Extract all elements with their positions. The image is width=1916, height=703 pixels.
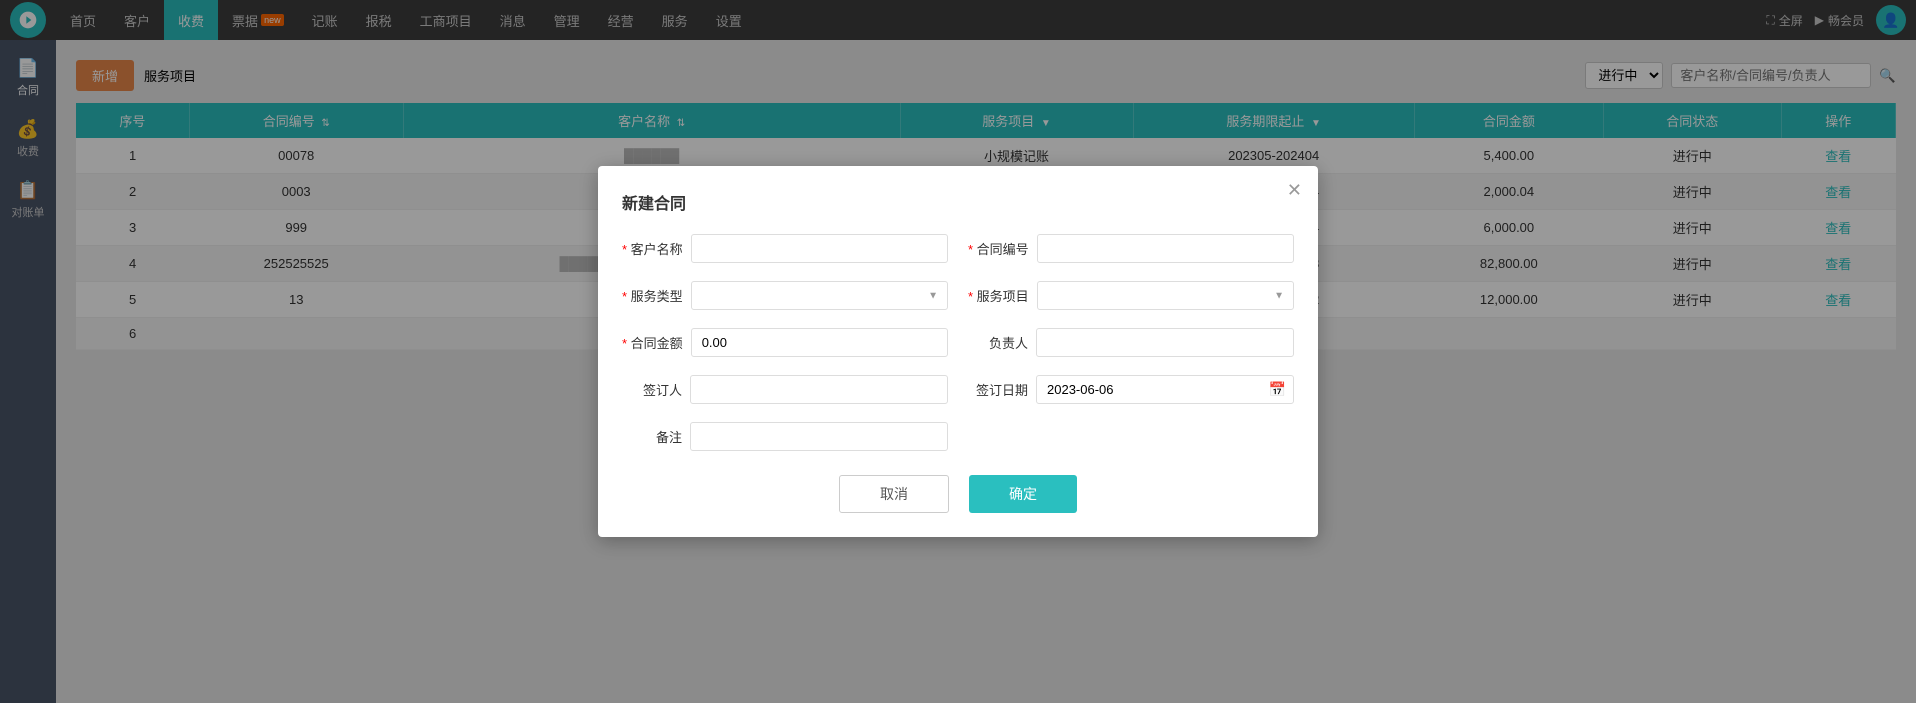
form-group-responsible: 负责人 bbox=[968, 328, 1294, 357]
form-row-1: 客户名称 合同编号 bbox=[622, 234, 1294, 263]
form-group-client: 客户名称 bbox=[622, 234, 948, 263]
form-group-service-item: 服务项目 bbox=[968, 281, 1294, 310]
sign-date-wrapper: 📅 bbox=[1036, 375, 1294, 404]
amount-label: 合同金额 bbox=[622, 333, 683, 352]
service-item-select-wrapper bbox=[1037, 281, 1294, 310]
service-type-select[interactable] bbox=[691, 281, 948, 310]
form-row-5: 备注 bbox=[622, 422, 1294, 451]
form-group-remark: 备注 bbox=[622, 422, 948, 451]
cancel-button[interactable]: 取消 bbox=[839, 475, 949, 513]
form-row-3: 合同金额 负责人 bbox=[622, 328, 1294, 357]
form-row-2: 服务类型 服务项目 bbox=[622, 281, 1294, 310]
new-contract-modal: 新建合同 ✕ 客户名称 合同编号 服务类型 bbox=[598, 166, 1318, 537]
client-name-label: 客户名称 bbox=[622, 239, 683, 258]
form-group-signer: 签订人 bbox=[622, 375, 948, 404]
modal-title: 新建合同 bbox=[622, 190, 1294, 214]
service-type-label: 服务类型 bbox=[622, 286, 683, 305]
remark-input[interactable] bbox=[690, 422, 948, 451]
contract-no-label: 合同编号 bbox=[968, 239, 1029, 258]
contract-no-input[interactable] bbox=[1037, 234, 1294, 263]
form-group-amount: 合同金额 bbox=[622, 328, 948, 357]
responsible-input[interactable] bbox=[1036, 328, 1294, 357]
sign-date-label: 签订日期 bbox=[968, 380, 1028, 399]
service-item-label: 服务项目 bbox=[968, 286, 1029, 305]
signer-label: 签订人 bbox=[622, 380, 682, 399]
signer-input[interactable] bbox=[690, 375, 948, 404]
calendar-icon[interactable]: 📅 bbox=[1269, 381, 1286, 398]
amount-input[interactable] bbox=[691, 328, 948, 357]
remark-label: 备注 bbox=[622, 427, 682, 446]
form-row-4: 签订人 签订日期 📅 bbox=[622, 375, 1294, 404]
modal-close-button[interactable]: ✕ bbox=[1287, 180, 1302, 201]
responsible-label: 负责人 bbox=[968, 333, 1028, 352]
form-group-contract-no: 合同编号 bbox=[968, 234, 1294, 263]
service-type-select-wrapper bbox=[691, 281, 948, 310]
modal-footer: 取消 确定 bbox=[622, 475, 1294, 513]
client-name-input[interactable] bbox=[691, 234, 948, 263]
modal-overlay[interactable]: 新建合同 ✕ 客户名称 合同编号 服务类型 bbox=[0, 0, 1916, 703]
service-item-select[interactable] bbox=[1037, 281, 1294, 310]
sign-date-input[interactable] bbox=[1036, 375, 1294, 404]
form-group-sign-date: 签订日期 📅 bbox=[968, 375, 1294, 404]
form-group-service-type: 服务类型 bbox=[622, 281, 948, 310]
confirm-button[interactable]: 确定 bbox=[969, 475, 1077, 513]
